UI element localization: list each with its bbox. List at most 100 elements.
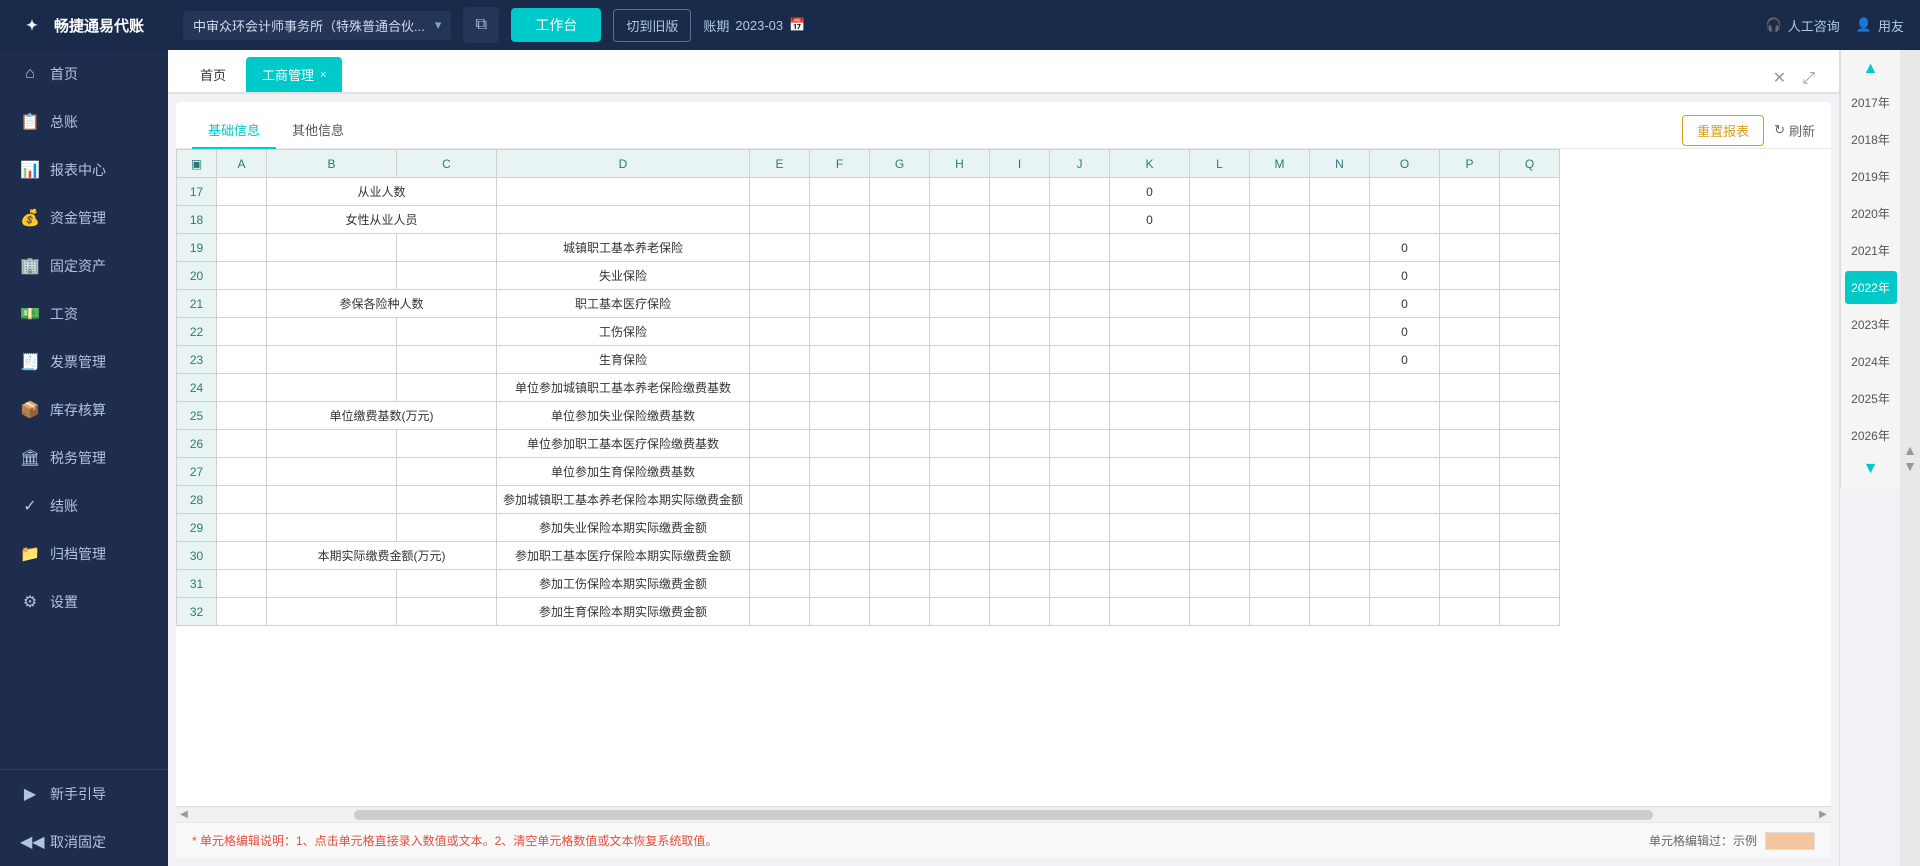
cell-20-A[interactable] — [217, 262, 267, 290]
cell-28-F[interactable] — [810, 486, 870, 514]
cell-28-A[interactable] — [217, 486, 267, 514]
copy-icon-btn[interactable]: ⧉ — [463, 7, 499, 43]
year-item-2022[interactable]: 2022年 — [1845, 271, 1897, 304]
cell-22-J[interactable] — [1050, 318, 1110, 346]
year-item-2017[interactable]: 2017年 — [1845, 86, 1897, 119]
cell-28-O[interactable] — [1370, 486, 1440, 514]
cell-21-D[interactable]: 职工基本医疗保险 — [497, 290, 750, 318]
cell-32-H[interactable] — [930, 598, 990, 626]
cell-27-E[interactable] — [750, 458, 810, 486]
cell-24-B[interactable] — [267, 374, 397, 402]
cell-31-J[interactable] — [1050, 570, 1110, 598]
cell-18-O[interactable] — [1370, 206, 1440, 234]
cell-31-F[interactable] — [810, 570, 870, 598]
cell-25-Q[interactable] — [1500, 402, 1560, 430]
cell-29-A[interactable] — [217, 514, 267, 542]
sidebar-item-tax[interactable]: 🏛 税务管理 — [0, 434, 168, 482]
cell-26-F[interactable] — [810, 430, 870, 458]
cell-21-B[interactable]: 参保各险种人数 — [267, 290, 497, 318]
cell-32-A[interactable] — [217, 598, 267, 626]
tab-close-icon[interactable]: × — [320, 69, 326, 81]
cell-19-L[interactable] — [1190, 234, 1250, 262]
cell-17-A[interactable] — [217, 178, 267, 206]
year-nav-down[interactable]: ▼ — [1845, 454, 1897, 484]
cell-25-B[interactable]: 单位缴费基数(万元) — [267, 402, 497, 430]
cell-25-E[interactable] — [750, 402, 810, 430]
cell-31-A[interactable] — [217, 570, 267, 598]
cell-18-I[interactable] — [990, 206, 1050, 234]
cell-19-D[interactable]: 城镇职工基本养老保险 — [497, 234, 750, 262]
cell-20-K[interactable] — [1110, 262, 1190, 290]
scroll-left-btn[interactable]: ◀ — [176, 809, 192, 820]
cell-18-K[interactable]: 0 — [1110, 206, 1190, 234]
cell-31-E[interactable] — [750, 570, 810, 598]
cell-22-F[interactable] — [810, 318, 870, 346]
cell-24-A[interactable] — [217, 374, 267, 402]
cell-20-G[interactable] — [870, 262, 930, 290]
cell-31-K[interactable] — [1110, 570, 1190, 598]
cell-24-I[interactable] — [990, 374, 1050, 402]
cell-31-I[interactable] — [990, 570, 1050, 598]
sidebar-item-fund-management[interactable]: 💰 资金管理 — [0, 194, 168, 242]
cell-17-M[interactable] — [1250, 178, 1310, 206]
cell-23-G[interactable] — [870, 346, 930, 374]
cell-31-P[interactable] — [1440, 570, 1500, 598]
cell-18-H[interactable] — [930, 206, 990, 234]
cell-20-E[interactable] — [750, 262, 810, 290]
cell-25-H[interactable] — [930, 402, 990, 430]
cell-19-A[interactable] — [217, 234, 267, 262]
cell-29-B[interactable] — [267, 514, 397, 542]
cell-25-N[interactable] — [1310, 402, 1370, 430]
year-item-2021[interactable]: 2021年 — [1845, 234, 1897, 267]
cell-21-M[interactable] — [1250, 290, 1310, 318]
sidebar-item-home[interactable]: ⌂ 首页 — [0, 50, 168, 98]
sub-tab-basic-info[interactable]: 基础信息 — [192, 112, 276, 149]
cell-21-O[interactable]: 0 — [1370, 290, 1440, 318]
cell-20-P[interactable] — [1440, 262, 1500, 290]
cell-27-H[interactable] — [930, 458, 990, 486]
cell-30-B[interactable]: 本期实际缴费金额(万元) — [267, 542, 497, 570]
cell-17-G[interactable] — [870, 178, 930, 206]
cell-28-B[interactable] — [267, 486, 397, 514]
cell-19-N[interactable] — [1310, 234, 1370, 262]
cell-30-G[interactable] — [870, 542, 930, 570]
cell-24-J[interactable] — [1050, 374, 1110, 402]
cell-30-N[interactable] — [1310, 542, 1370, 570]
cell-19-G[interactable] — [870, 234, 930, 262]
cell-21-H[interactable] — [930, 290, 990, 318]
sidebar-item-general-ledger[interactable]: 📋 总账 — [0, 98, 168, 146]
cell-26-H[interactable] — [930, 430, 990, 458]
cell-24-P[interactable] — [1440, 374, 1500, 402]
cell-23-M[interactable] — [1250, 346, 1310, 374]
cell-25-G[interactable] — [870, 402, 930, 430]
cell-23-L[interactable] — [1190, 346, 1250, 374]
cell-19-K[interactable] — [1110, 234, 1190, 262]
cell-18-A[interactable] — [217, 206, 267, 234]
cell-17-Q[interactable] — [1500, 178, 1560, 206]
close-x-icon[interactable]: ✕ — [1765, 64, 1794, 92]
refresh-button[interactable]: ↻ 刷新 — [1774, 121, 1815, 140]
cell-26-B[interactable] — [267, 430, 397, 458]
cell-32-J[interactable] — [1050, 598, 1110, 626]
cell-18-B[interactable]: 女性从业人员 — [267, 206, 497, 234]
cell-20-B[interactable] — [267, 262, 397, 290]
cell-21-Q[interactable] — [1500, 290, 1560, 318]
cell-17-D[interactable] — [497, 178, 750, 206]
cell-22-H[interactable] — [930, 318, 990, 346]
cell-26-K[interactable] — [1110, 430, 1190, 458]
old-version-button[interactable]: 切到旧版 — [613, 9, 691, 42]
cell-21-P[interactable] — [1440, 290, 1500, 318]
cell-17-K[interactable]: 0 — [1110, 178, 1190, 206]
cell-24-F[interactable] — [810, 374, 870, 402]
cell-25-D[interactable]: 单位参加失业保险缴费基数 — [497, 402, 750, 430]
cell-17-H[interactable] — [930, 178, 990, 206]
cell-18-F[interactable] — [810, 206, 870, 234]
cell-27-A[interactable] — [217, 458, 267, 486]
cell-21-G[interactable] — [870, 290, 930, 318]
cell-28-G[interactable] — [870, 486, 930, 514]
cell-29-H[interactable] — [930, 514, 990, 542]
cell-22-M[interactable] — [1250, 318, 1310, 346]
cell-29-Q[interactable] — [1500, 514, 1560, 542]
cell-20-J[interactable] — [1050, 262, 1110, 290]
cell-24-E[interactable] — [750, 374, 810, 402]
